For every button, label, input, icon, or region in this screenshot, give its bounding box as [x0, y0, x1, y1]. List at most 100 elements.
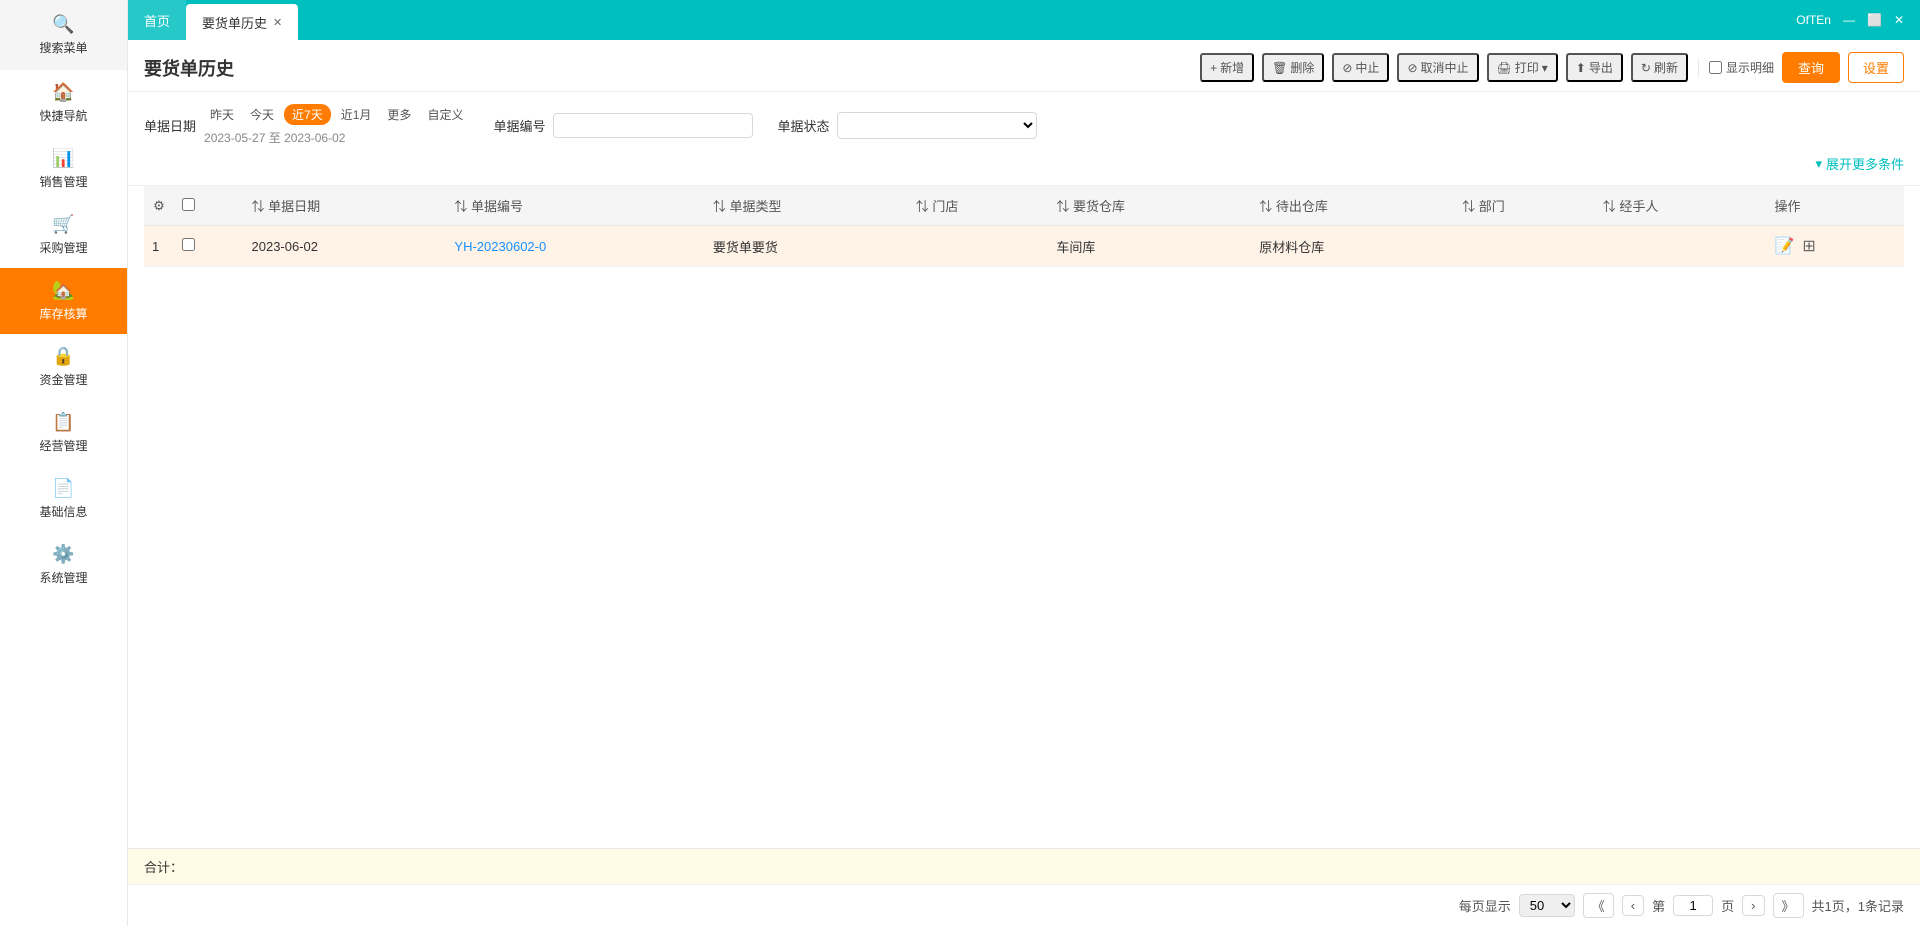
- topbar: 首页 要货单历史 ✕ OfTEn — ⬜ ✕: [128, 0, 1920, 40]
- document-icon: 📄: [52, 478, 74, 499]
- page-size-label: 每页显示: [1459, 896, 1511, 915]
- first-page-button[interactable]: 《: [1583, 893, 1614, 918]
- refresh-icon: ↻: [1641, 61, 1651, 75]
- col-type-header[interactable]: ⇅ 单据类型: [705, 186, 908, 226]
- delete-label: 删除: [1290, 59, 1314, 76]
- last-page-button[interactable]: 》: [1773, 893, 1804, 918]
- table-row[interactable]: 1 2023-06-02 YH-20230602-0 要货单要货 车间库 原材料…: [144, 226, 1904, 267]
- cell-action: 📝 ⊞: [1766, 226, 1904, 267]
- select-all-checkbox[interactable]: [182, 198, 195, 211]
- next-page-button[interactable]: ›: [1742, 895, 1764, 916]
- toolbar: + 新增 🗑 删除 ⊘ 中止 ⊘ 取消中止 🖨 打印: [1200, 52, 1904, 83]
- order-no-input[interactable]: [553, 113, 753, 138]
- col-req-warehouse-header[interactable]: ⇅ 要货仓库: [1048, 186, 1251, 226]
- sidebar-item-basic-info[interactable]: 📄 基础信息: [0, 466, 127, 532]
- col-pending-warehouse-header[interactable]: ⇅ 待出仓库: [1251, 186, 1454, 226]
- settings-col-header[interactable]: ⚙: [144, 186, 174, 226]
- detail-icon[interactable]: ⊞: [1802, 236, 1815, 256]
- date-filter-label: 单据日期: [144, 116, 196, 135]
- page-size-select[interactable]: 10 20 50 100: [1519, 894, 1575, 917]
- export-label: 导出: [1589, 59, 1613, 76]
- order-no-filter-label: 单据编号: [493, 116, 545, 135]
- settings-button[interactable]: 设置: [1848, 52, 1904, 83]
- row-checkbox[interactable]: [182, 238, 195, 251]
- query-button[interactable]: 查询: [1782, 52, 1840, 83]
- sidebar-item-operations[interactable]: 📋 经营管理: [0, 400, 127, 466]
- topbar-right: OfTEn — ⬜ ✕: [1796, 13, 1920, 27]
- cell-pending-warehouse: 原材料仓库: [1251, 226, 1454, 267]
- date-btn-custom[interactable]: 自定义: [421, 104, 469, 125]
- tab-home[interactable]: 首页: [128, 0, 186, 40]
- refresh-label: 刷新: [1654, 59, 1678, 76]
- sidebar-item-label: 系统管理: [39, 569, 87, 586]
- date-btn-recent1month[interactable]: 近1月: [335, 104, 378, 125]
- col-date-sort-icon: ⇅: [252, 199, 265, 214]
- lock-icon: 🔒: [52, 346, 74, 367]
- sidebar-item-label: 快捷导航: [39, 107, 87, 124]
- col-req-sort-icon: ⇅: [1056, 199, 1069, 214]
- date-range-display: 2023-05-27 至 2023-06-02: [204, 129, 469, 146]
- gear-icon: ⚙️: [52, 544, 74, 565]
- stop-button[interactable]: ⊘ 中止: [1332, 53, 1389, 82]
- expand-label: 展开更多条件: [1826, 154, 1904, 173]
- expand-down-icon: ▾: [1815, 156, 1822, 172]
- sidebar-item-system[interactable]: ⚙️ 系统管理: [0, 532, 127, 598]
- col-handler-header[interactable]: ⇅ 经手人: [1595, 186, 1767, 226]
- sidebar-item-quick-nav[interactable]: 🏠 快捷导航: [0, 70, 127, 136]
- refresh-button[interactable]: ↻ 刷新: [1631, 53, 1688, 82]
- date-btn-today[interactable]: 今天: [244, 104, 280, 125]
- tab-requisition-history[interactable]: 要货单历史 ✕: [186, 4, 298, 40]
- sidebar-item-sales[interactable]: 📊 销售管理: [0, 136, 127, 202]
- col-store-header[interactable]: ⇅ 门店: [908, 186, 1049, 226]
- minimize-button[interactable]: —: [1843, 13, 1855, 27]
- col-checkbox: [174, 186, 244, 226]
- col-order-no-sort-icon: ⇅: [454, 199, 467, 214]
- show-detail-checkbox[interactable]: 显示明细: [1709, 59, 1774, 76]
- export-button[interactable]: ⬆ 导出: [1566, 53, 1623, 82]
- delete-button[interactable]: 🗑 删除: [1262, 53, 1324, 82]
- col-order-no-header[interactable]: ⇅ 单据编号: [446, 186, 704, 226]
- show-detail-input[interactable]: [1709, 61, 1722, 74]
- close-window-button[interactable]: ✕: [1894, 13, 1904, 27]
- brand-name: OfTEn: [1796, 13, 1831, 27]
- sidebar-item-search-menu[interactable]: 🔍 搜索菜单: [0, 0, 127, 70]
- col-date-header[interactable]: ⇅ 单据日期: [244, 186, 447, 226]
- sidebar-item-label: 库存核算: [39, 305, 87, 322]
- tab-close-icon[interactable]: ✕: [273, 16, 282, 29]
- expand-more-btn[interactable]: ▾ 展开更多条件: [1815, 154, 1904, 173]
- new-button[interactable]: + 新增: [1200, 53, 1254, 82]
- sidebar-item-label: 基础信息: [39, 503, 87, 520]
- date-btn-recent7[interactable]: 近7天: [284, 104, 331, 125]
- order-no-link[interactable]: YH-20230602-0: [454, 239, 546, 254]
- print-label: 打印: [1515, 59, 1539, 76]
- date-btn-more[interactable]: 更多: [381, 104, 417, 125]
- table-area: ⚙ ⇅ 单据日期 ⇅ 单据编号 ⇅: [128, 186, 1920, 848]
- status-select[interactable]: [837, 112, 1037, 139]
- col-pending-sort-icon: ⇅: [1259, 199, 1272, 214]
- sidebar-item-purchase[interactable]: 🛒 采购管理: [0, 202, 127, 268]
- total-info: 共1页，1条记录: [1812, 896, 1904, 915]
- print-button[interactable]: 🖨 打印 ▾: [1487, 53, 1558, 82]
- house-icon: 🏡: [52, 280, 74, 301]
- filter-order-no-item: 单据编号: [493, 113, 753, 138]
- clipboard-icon: 📋: [52, 412, 74, 433]
- col-dept-sort-icon: ⇅: [1462, 199, 1475, 214]
- prev-page-button[interactable]: ‹: [1622, 895, 1644, 916]
- sidebar: 🔍 搜索菜单 🏠 快捷导航 📊 销售管理 🛒 采购管理 🏡 库存核算 🔒 资金管…: [0, 0, 128, 926]
- cancel-stop-button[interactable]: ⊘ 取消中止: [1397, 53, 1478, 82]
- cell-type: 要货单要货: [705, 226, 908, 267]
- main-area: 首页 要货单历史 ✕ OfTEn — ⬜ ✕ 要货单历史 + 新增 🗑 删: [128, 0, 1920, 926]
- sidebar-item-label: 采购管理: [39, 239, 87, 256]
- date-buttons: 昨天 今天 近7天 近1月 更多 自定义: [204, 104, 469, 125]
- edit-icon[interactable]: 📝: [1774, 236, 1794, 256]
- sidebar-item-finance[interactable]: 🔒 资金管理: [0, 334, 127, 400]
- filter-area: 单据日期 昨天 今天 近7天 近1月 更多 自定义 2023-05-27 至 2…: [128, 92, 1920, 186]
- maximize-button[interactable]: ⬜: [1867, 13, 1882, 27]
- col-dept-header[interactable]: ⇅ 部门: [1454, 186, 1595, 226]
- current-page-input[interactable]: [1673, 895, 1713, 916]
- cell-checkbox[interactable]: [174, 226, 244, 267]
- date-btn-yesterday[interactable]: 昨天: [204, 104, 240, 125]
- sidebar-item-inventory[interactable]: 🏡 库存核算: [0, 268, 127, 334]
- chart-icon: 📊: [52, 148, 74, 169]
- col-handler-sort-icon: ⇅: [1603, 199, 1616, 214]
